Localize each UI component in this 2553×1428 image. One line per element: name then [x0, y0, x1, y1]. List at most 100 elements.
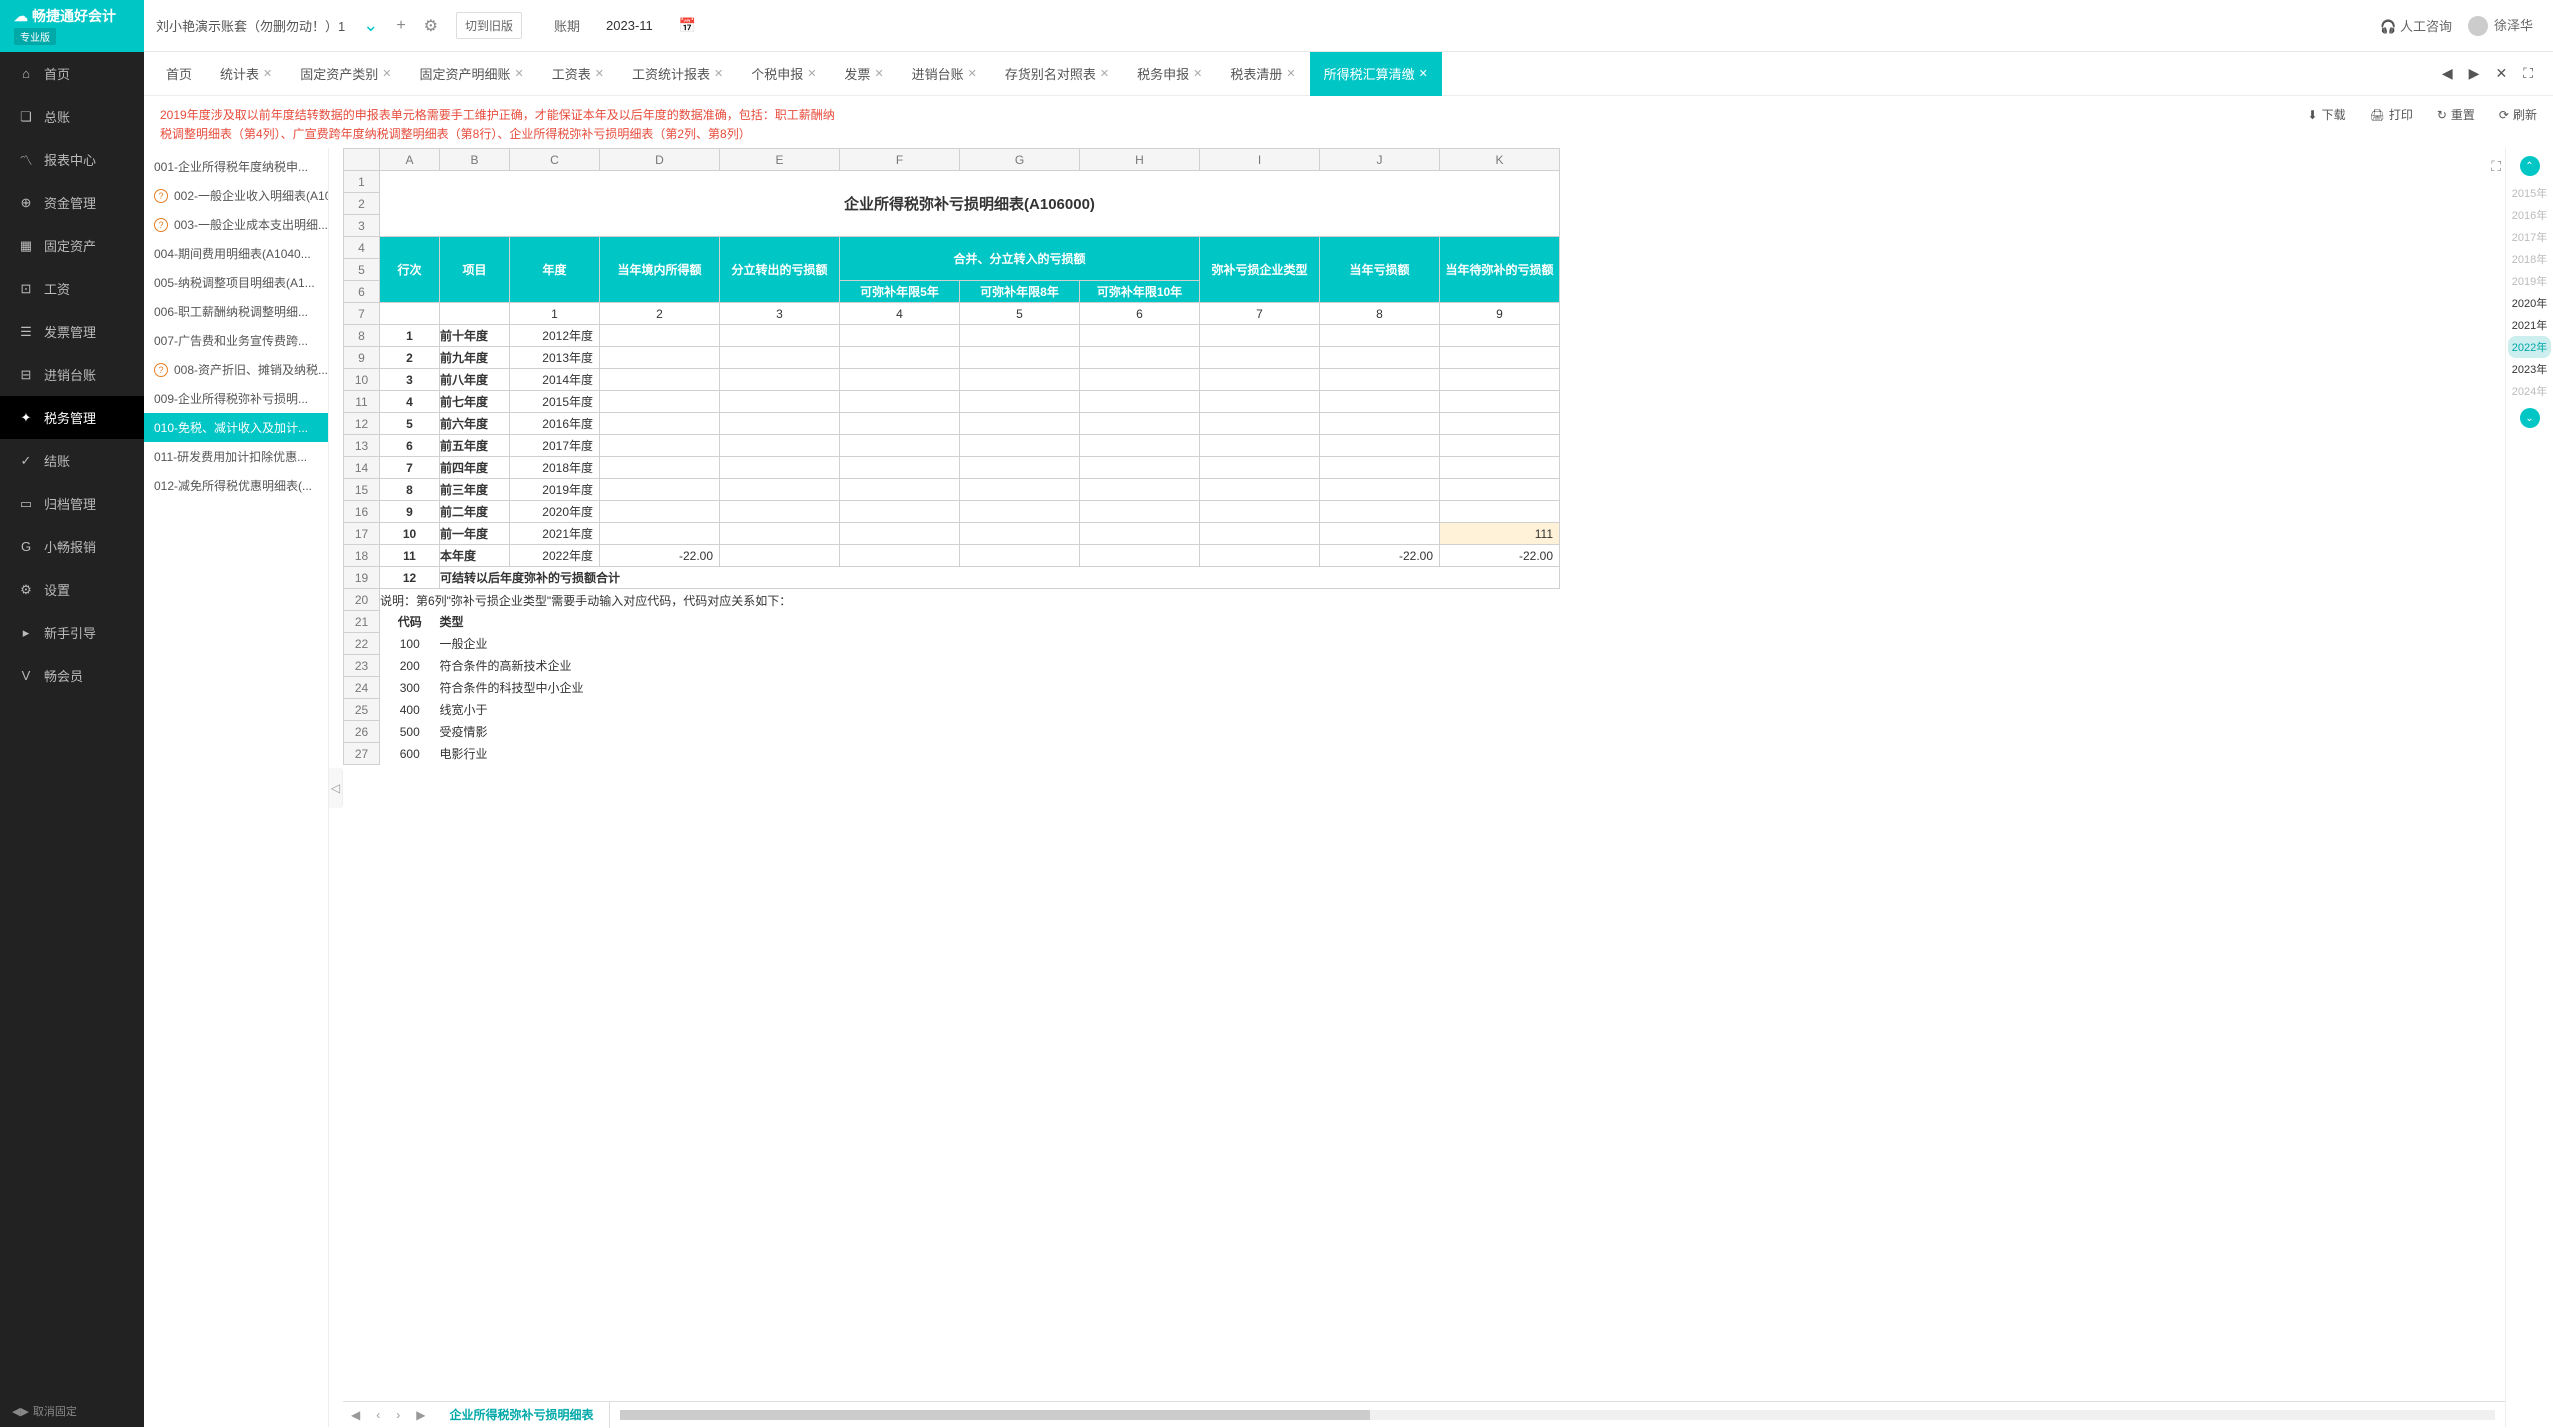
row-header[interactable]: 21	[344, 611, 380, 633]
data-cell[interactable]	[600, 457, 720, 479]
data-cell[interactable]	[840, 479, 960, 501]
row-header[interactable]: 1	[344, 171, 380, 193]
data-cell[interactable]: 4	[840, 303, 960, 325]
data-cell[interactable]: 2020年度	[510, 501, 600, 523]
data-cell[interactable]: 前二年度	[440, 501, 510, 523]
data-cell[interactable]	[600, 369, 720, 391]
account-dropdown-icon[interactable]: ⌄	[363, 15, 378, 36]
data-cell[interactable]	[1320, 501, 1440, 523]
tab-8[interactable]: 进销台账✕	[898, 52, 991, 96]
row-header[interactable]: 17	[344, 523, 380, 545]
data-cell[interactable]	[720, 501, 840, 523]
tab-close-icon[interactable]: ✕	[515, 67, 524, 80]
row-header[interactable]: 5	[344, 259, 380, 281]
consult-button[interactable]: 🎧 人工咨询	[2380, 16, 2452, 35]
col-header[interactable]: J	[1320, 149, 1440, 171]
year-option[interactable]: 2021年	[2508, 314, 2551, 336]
row-header[interactable]: 23	[344, 655, 380, 677]
tab-fullscreen-button[interactable]: ⛶	[2519, 61, 2537, 86]
data-cell[interactable]	[960, 457, 1080, 479]
sidebar-item-4[interactable]: ▦固定资产	[0, 224, 144, 267]
row-header[interactable]: 27	[344, 743, 380, 765]
data-cell[interactable]: 1	[510, 303, 600, 325]
row-header[interactable]: 9	[344, 347, 380, 369]
sidebar-item-0[interactable]: ⌂首页	[0, 52, 144, 95]
data-cell[interactable]	[720, 479, 840, 501]
data-cell[interactable]	[600, 501, 720, 523]
data-cell[interactable]: 2014年度	[510, 369, 600, 391]
row-header[interactable]: 26	[344, 721, 380, 743]
data-cell[interactable]	[960, 391, 1080, 413]
tab-close-icon[interactable]: ✕	[263, 67, 272, 80]
data-cell[interactable]	[1200, 501, 1320, 523]
data-cell[interactable]: 2016年度	[510, 413, 600, 435]
data-cell[interactable]	[1320, 391, 1440, 413]
sidebar-item-11[interactable]: G小畅报销	[0, 525, 144, 568]
data-cell[interactable]	[1320, 457, 1440, 479]
year-option[interactable]: 2023年	[2508, 358, 2551, 380]
data-cell[interactable]	[1440, 479, 1560, 501]
tab-6[interactable]: 个税申报✕	[737, 52, 830, 96]
data-cell[interactable]	[600, 413, 720, 435]
tab-close-icon[interactable]: ✕	[1193, 67, 1202, 80]
sidebar-item-9[interactable]: ✓结账	[0, 439, 144, 482]
tab-close-icon[interactable]: ✕	[382, 67, 391, 80]
data-cell[interactable]: 2021年度	[510, 523, 600, 545]
data-cell[interactable]	[1440, 391, 1560, 413]
data-cell[interactable]	[720, 391, 840, 413]
horizontal-scrollbar[interactable]	[620, 1410, 2495, 1420]
tab-close-icon[interactable]: ✕	[874, 67, 883, 80]
data-cell[interactable]: -22.00	[600, 545, 720, 567]
data-cell[interactable]: 本年度	[440, 545, 510, 567]
data-cell[interactable]	[380, 303, 440, 325]
data-cell[interactable]: 2013年度	[510, 347, 600, 369]
data-cell[interactable]: 8	[1320, 303, 1440, 325]
data-cell[interactable]	[960, 501, 1080, 523]
data-cell[interactable]	[1320, 479, 1440, 501]
data-cell[interactable]: 前十年度	[440, 325, 510, 347]
collapse-tree-button[interactable]: ◁	[329, 768, 343, 808]
data-cell[interactable]: 6	[380, 435, 440, 457]
data-cell[interactable]: 7	[380, 457, 440, 479]
data-cell[interactable]: 11	[380, 545, 440, 567]
row-header[interactable]: 19	[344, 567, 380, 589]
row-header[interactable]: 22	[344, 633, 380, 655]
data-cell[interactable]: 2015年度	[510, 391, 600, 413]
data-cell[interactable]	[1320, 369, 1440, 391]
data-cell[interactable]: 3	[720, 303, 840, 325]
row-header[interactable]: 15	[344, 479, 380, 501]
data-cell[interactable]: 6	[1080, 303, 1200, 325]
data-cell[interactable]	[840, 369, 960, 391]
row-header[interactable]: 20	[344, 589, 380, 611]
sidebar-item-8[interactable]: ✦税务管理	[0, 396, 144, 439]
sheet-nav-prev-button[interactable]: ‹	[368, 1408, 388, 1422]
tab-close-icon[interactable]: ✕	[1286, 67, 1295, 80]
tab-4[interactable]: 工资表✕	[538, 52, 618, 96]
expand-sheet-button[interactable]: ⛶	[2491, 158, 2501, 175]
data-cell[interactable]	[1440, 501, 1560, 523]
tab-close-icon[interactable]: ✕	[714, 67, 723, 80]
add-account-button[interactable]: +	[396, 17, 405, 35]
data-cell[interactable]: 10	[380, 523, 440, 545]
tab-close-icon[interactable]: ✕	[1100, 67, 1109, 80]
data-cell[interactable]	[1440, 435, 1560, 457]
data-cell[interactable]	[1080, 501, 1200, 523]
data-cell[interactable]	[840, 413, 960, 435]
row-header[interactable]: 11	[344, 391, 380, 413]
data-cell[interactable]	[720, 523, 840, 545]
tab-7[interactable]: 发票✕	[830, 52, 897, 96]
tab-12[interactable]: 所得税汇算清缴✕	[1310, 52, 1442, 96]
tab-close-all-button[interactable]: ✕	[2491, 61, 2511, 86]
data-cell[interactable]: 可结转以后年度弥补的亏损额合计	[440, 567, 1560, 589]
data-cell[interactable]	[1320, 435, 1440, 457]
row-header[interactable]: 25	[344, 699, 380, 721]
data-cell[interactable]	[720, 457, 840, 479]
data-cell[interactable]	[600, 523, 720, 545]
data-cell[interactable]	[960, 479, 1080, 501]
tab-9[interactable]: 存货别名对照表✕	[991, 52, 1123, 96]
col-header[interactable]: C	[510, 149, 600, 171]
data-cell[interactable]	[1200, 457, 1320, 479]
data-cell[interactable]	[1440, 413, 1560, 435]
data-cell[interactable]: 2017年度	[510, 435, 600, 457]
row-header[interactable]: 12	[344, 413, 380, 435]
